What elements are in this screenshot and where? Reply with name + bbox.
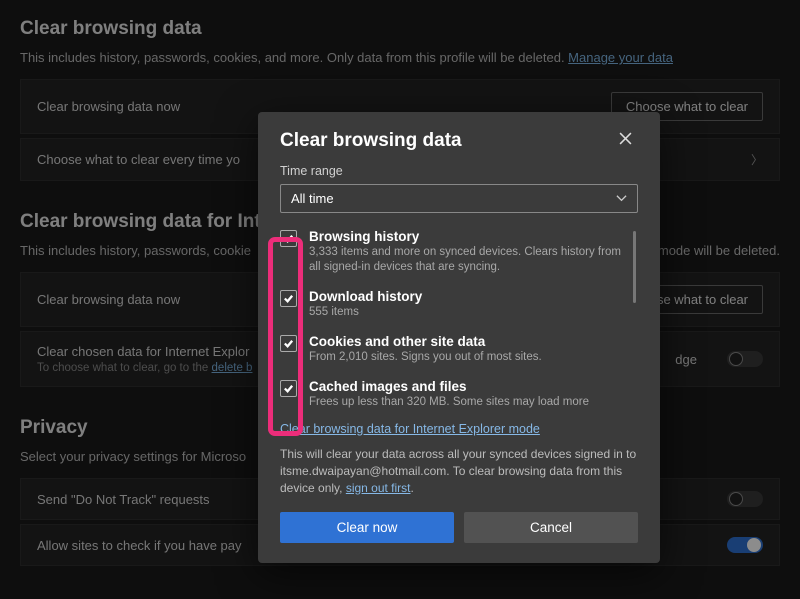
- checkbox-cached-images[interactable]: [280, 380, 297, 397]
- close-icon[interactable]: [612, 125, 638, 151]
- checkbox-download-history[interactable]: [280, 290, 297, 307]
- option-title: Cookies and other site data: [309, 334, 542, 349]
- option-download-history: Download history 555 items: [280, 289, 628, 320]
- time-range-select[interactable]: All time: [280, 184, 638, 213]
- checkbox-cookies[interactable]: [280, 335, 297, 352]
- clear-ie-mode-link[interactable]: Clear browsing data for Internet Explore…: [280, 422, 540, 436]
- option-cookies: Cookies and other site data From 2,010 s…: [280, 334, 628, 365]
- chevron-down-icon: [616, 193, 627, 204]
- checkbox-browsing-history[interactable]: [280, 230, 297, 247]
- option-desc: From 2,010 sites. Signs you out of most …: [309, 350, 542, 365]
- option-desc: Frees up less than 320 MB. Some sites ma…: [309, 395, 589, 410]
- clear-browsing-data-dialog: Clear browsing data Time range All time …: [258, 112, 660, 563]
- option-browsing-history: Browsing history 3,333 items and more on…: [280, 229, 628, 275]
- dialog-title: Clear browsing data: [280, 130, 462, 152]
- note-tail: .: [411, 481, 414, 495]
- cancel-button[interactable]: Cancel: [464, 512, 638, 543]
- sign-out-first-link[interactable]: sign out first: [346, 481, 411, 495]
- time-range-value: All time: [291, 191, 334, 206]
- clear-data-options-list: Browsing history 3,333 items and more on…: [280, 229, 638, 421]
- option-desc: 555 items: [309, 305, 422, 320]
- option-title: Download history: [309, 289, 422, 304]
- option-desc: 3,333 items and more on synced devices. …: [309, 245, 628, 275]
- time-range-label: Time range: [280, 164, 638, 178]
- option-title: Cached images and files: [309, 379, 589, 394]
- dialog-sync-note: This will clear your data across all you…: [280, 446, 638, 496]
- clear-now-button[interactable]: Clear now: [280, 512, 454, 543]
- option-title: Browsing history: [309, 229, 628, 244]
- option-cached-images: Cached images and files Frees up less th…: [280, 379, 628, 410]
- note-text: This will clear your data across all you…: [280, 447, 636, 495]
- scrollbar-thumb[interactable]: [633, 231, 636, 303]
